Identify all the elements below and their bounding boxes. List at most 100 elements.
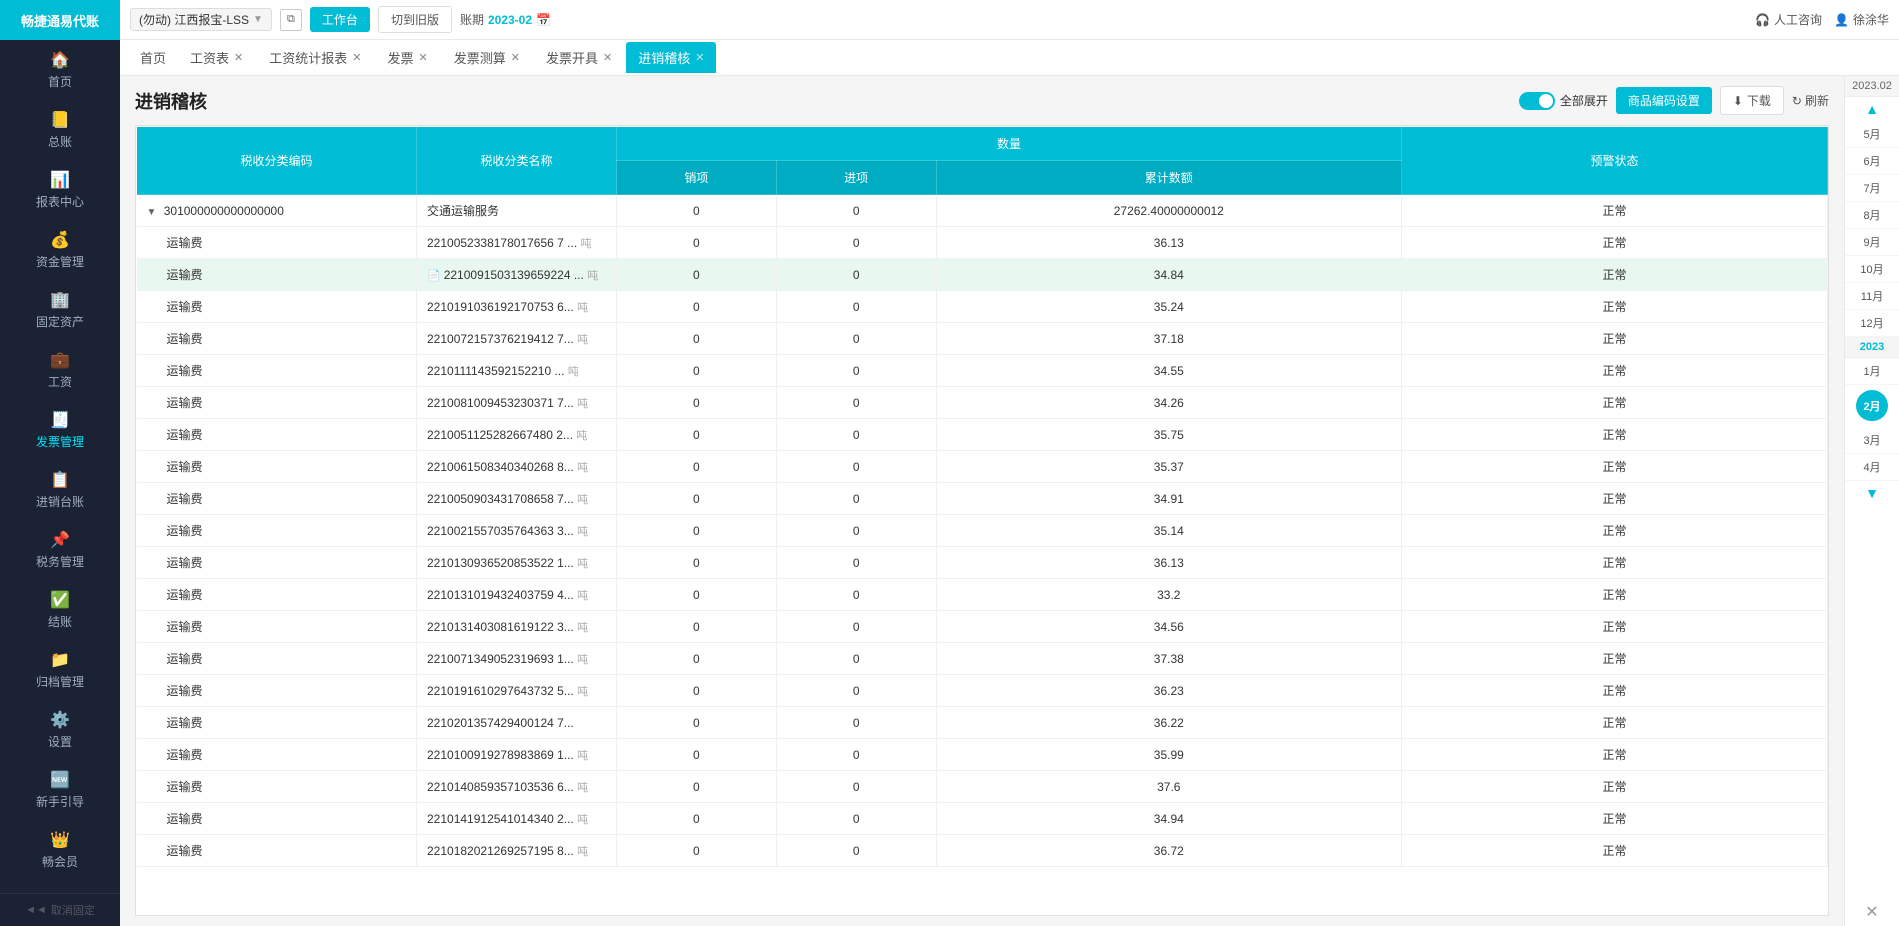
settings-btn[interactable]: 商品编码设置: [1616, 87, 1712, 114]
settings-icon: ⚙️: [50, 710, 70, 730]
calendar-icon[interactable]: 📅: [536, 13, 551, 27]
refresh-btn[interactable]: ↻ 刷新: [1792, 92, 1829, 109]
month-dec[interactable]: 12月: [1845, 310, 1899, 337]
cell-purchase: 0: [776, 547, 936, 579]
sidebar-item-reports[interactable]: 📊 报表中心: [0, 160, 120, 220]
cell-tax-detail: 2210052338178017656 7 ... 吨: [417, 227, 617, 259]
sidebar-item-label: 新手引导: [36, 793, 84, 810]
support-button[interactable]: 🎧 人工咨询: [1755, 11, 1822, 28]
close-panel-button[interactable]: ✕: [1845, 898, 1899, 926]
table-row: 运输费 2210191610297643732 5... 吨 0 0 36.23…: [137, 675, 1828, 707]
scroll-down-button[interactable]: ▼: [1845, 481, 1899, 505]
workbench-button[interactable]: 工作台: [310, 7, 370, 32]
tab-salary-report[interactable]: 工资统计报表 ✕: [257, 42, 373, 73]
sidebar-item-purchase-ledger[interactable]: 📋 进销台账: [0, 460, 120, 520]
company-selector[interactable]: (勿动) 江西报宝-LSS ▼: [130, 8, 272, 31]
page-title: 进销稽核: [135, 88, 207, 114]
month-jun[interactable]: 6月: [1845, 148, 1899, 175]
tab-invoice-label: 发票: [387, 48, 413, 67]
tab-invoice-close[interactable]: ✕: [419, 51, 428, 64]
file-icon: 📄: [427, 270, 441, 282]
purchase-ledger-icon: 📋: [50, 470, 70, 490]
sidebar-item-funds[interactable]: 💰 资金管理: [0, 220, 120, 280]
month-aug[interactable]: 8月: [1845, 202, 1899, 229]
sidebar-item-archive[interactable]: 📁 归档管理: [0, 640, 120, 700]
user-avatar-button[interactable]: 👤 徐涂华: [1834, 11, 1889, 28]
tab-salary-report-close[interactable]: ✕: [352, 51, 361, 64]
month-apr[interactable]: 4月: [1845, 454, 1899, 481]
month-may[interactable]: 5月: [1845, 121, 1899, 148]
tab-invoice-calc-close[interactable]: ✕: [511, 51, 520, 64]
table-row: 运输费 2210061508340340268 8... 吨 0 0 35.37…: [137, 451, 1828, 483]
table-row: 运输费 2210051125282667480 2... 吨 0 0 35.75…: [137, 419, 1828, 451]
tab-salary-report-label: 工资统计报表: [269, 48, 347, 67]
cell-cumulative: 35.99: [936, 739, 1401, 771]
tab-invoice-open-close[interactable]: ✕: [603, 51, 612, 64]
tab-home[interactable]: 首页: [130, 42, 176, 73]
cell-status: 正常: [1402, 675, 1828, 707]
toggle-expand[interactable]: 全部展开: [1519, 92, 1608, 110]
cell-status: 正常: [1402, 195, 1828, 227]
cell-cumulative: 36.23: [936, 675, 1401, 707]
cell-tax-detail: 2210201357429400124 7...: [417, 707, 617, 739]
cell-tax-detail: 📄2210091503139659224 ... 吨: [417, 259, 617, 291]
sidebar-item-label: 归档管理: [36, 673, 84, 690]
sidebar-item-tax[interactable]: 📌 税务管理: [0, 520, 120, 580]
cell-tax-detail: 2210081009453230371 7... 吨: [417, 387, 617, 419]
col-tax-name: 税收分类名称: [417, 127, 617, 195]
cell-purchase: 0: [776, 707, 936, 739]
cell-sale: 0: [617, 643, 777, 675]
tab-salary-close[interactable]: ✕: [234, 51, 243, 64]
cell-name: 运输费: [137, 419, 417, 451]
table-row: 运输费 2210191036192170753 6... 吨 0 0 35.24…: [137, 291, 1828, 323]
month-jul[interactable]: 7月: [1845, 175, 1899, 202]
tab-invoice[interactable]: 发票 ✕: [375, 42, 439, 73]
sidebar-item-guide[interactable]: 🆕 新手引导: [0, 760, 120, 820]
month-jan[interactable]: 1月: [1845, 358, 1899, 385]
sidebar-item-member[interactable]: 👑 畅会员: [0, 820, 120, 880]
cell-purchase: 0: [776, 515, 936, 547]
download-btn[interactable]: ⬇ 下载: [1720, 86, 1784, 115]
sidebar-item-settle[interactable]: ✅ 结账: [0, 580, 120, 640]
cell-sale: 0: [617, 675, 777, 707]
sidebar-item-invoices[interactable]: 🧾 发票管理: [0, 400, 120, 460]
cell-purchase: 0: [776, 643, 936, 675]
sidebar-item-assets[interactable]: 🏢 固定资产: [0, 280, 120, 340]
toggle-switch[interactable]: [1519, 92, 1555, 110]
month-feb-container: 2月: [1845, 385, 1899, 427]
month-oct[interactable]: 10月: [1845, 256, 1899, 283]
copy-button[interactable]: ⧉: [280, 9, 302, 31]
month-mar[interactable]: 3月: [1845, 427, 1899, 454]
sidebar-item-salary[interactable]: 💼 工资: [0, 340, 120, 400]
cell-name: 运输费: [137, 515, 417, 547]
cell-sale: 0: [617, 323, 777, 355]
cell-purchase: 0: [776, 419, 936, 451]
headset-icon: 🎧: [1755, 13, 1770, 27]
tab-invoice-open[interactable]: 发票开具 ✕: [534, 42, 624, 73]
avatar-icon: 👤: [1834, 13, 1849, 27]
month-nov[interactable]: 11月: [1845, 283, 1899, 310]
home-icon: 🏠: [50, 50, 70, 70]
cell-name: 运输费: [137, 707, 417, 739]
tab-reconcile-close[interactable]: ✕: [695, 51, 704, 64]
tab-invoice-calc[interactable]: 发票测算 ✕: [442, 42, 532, 73]
col-cumulative: 累计数额: [936, 161, 1401, 195]
sidebar-item-label: 资金管理: [36, 253, 84, 270]
cell-tax-name: 交通运输服务: [417, 195, 617, 227]
month-sep[interactable]: 9月: [1845, 229, 1899, 256]
cell-purchase: 0: [776, 675, 936, 707]
cell-name: 运输费: [137, 803, 417, 835]
expand-icon[interactable]: ▼: [147, 207, 157, 218]
cell-tax-detail: 2210021557035764363 3... 吨: [417, 515, 617, 547]
cell-purchase: 0: [776, 611, 936, 643]
tab-reconcile[interactable]: 进销稽核 ✕: [626, 42, 716, 73]
month-feb[interactable]: 2月: [1856, 390, 1888, 422]
sidebar-item-home[interactable]: 🏠 首页: [0, 40, 120, 100]
sidebar-item-settings[interactable]: ⚙️ 设置: [0, 700, 120, 760]
unpin-button[interactable]: ◄◄ 取消固定: [0, 893, 120, 926]
switch-version-button[interactable]: 切到旧版: [378, 6, 452, 33]
tab-salary[interactable]: 工资表 ✕: [178, 42, 255, 73]
scroll-up-button[interactable]: ▲: [1845, 97, 1899, 121]
sidebar-item-ledger[interactable]: 📒 总账: [0, 100, 120, 160]
cell-status: 正常: [1402, 835, 1828, 867]
